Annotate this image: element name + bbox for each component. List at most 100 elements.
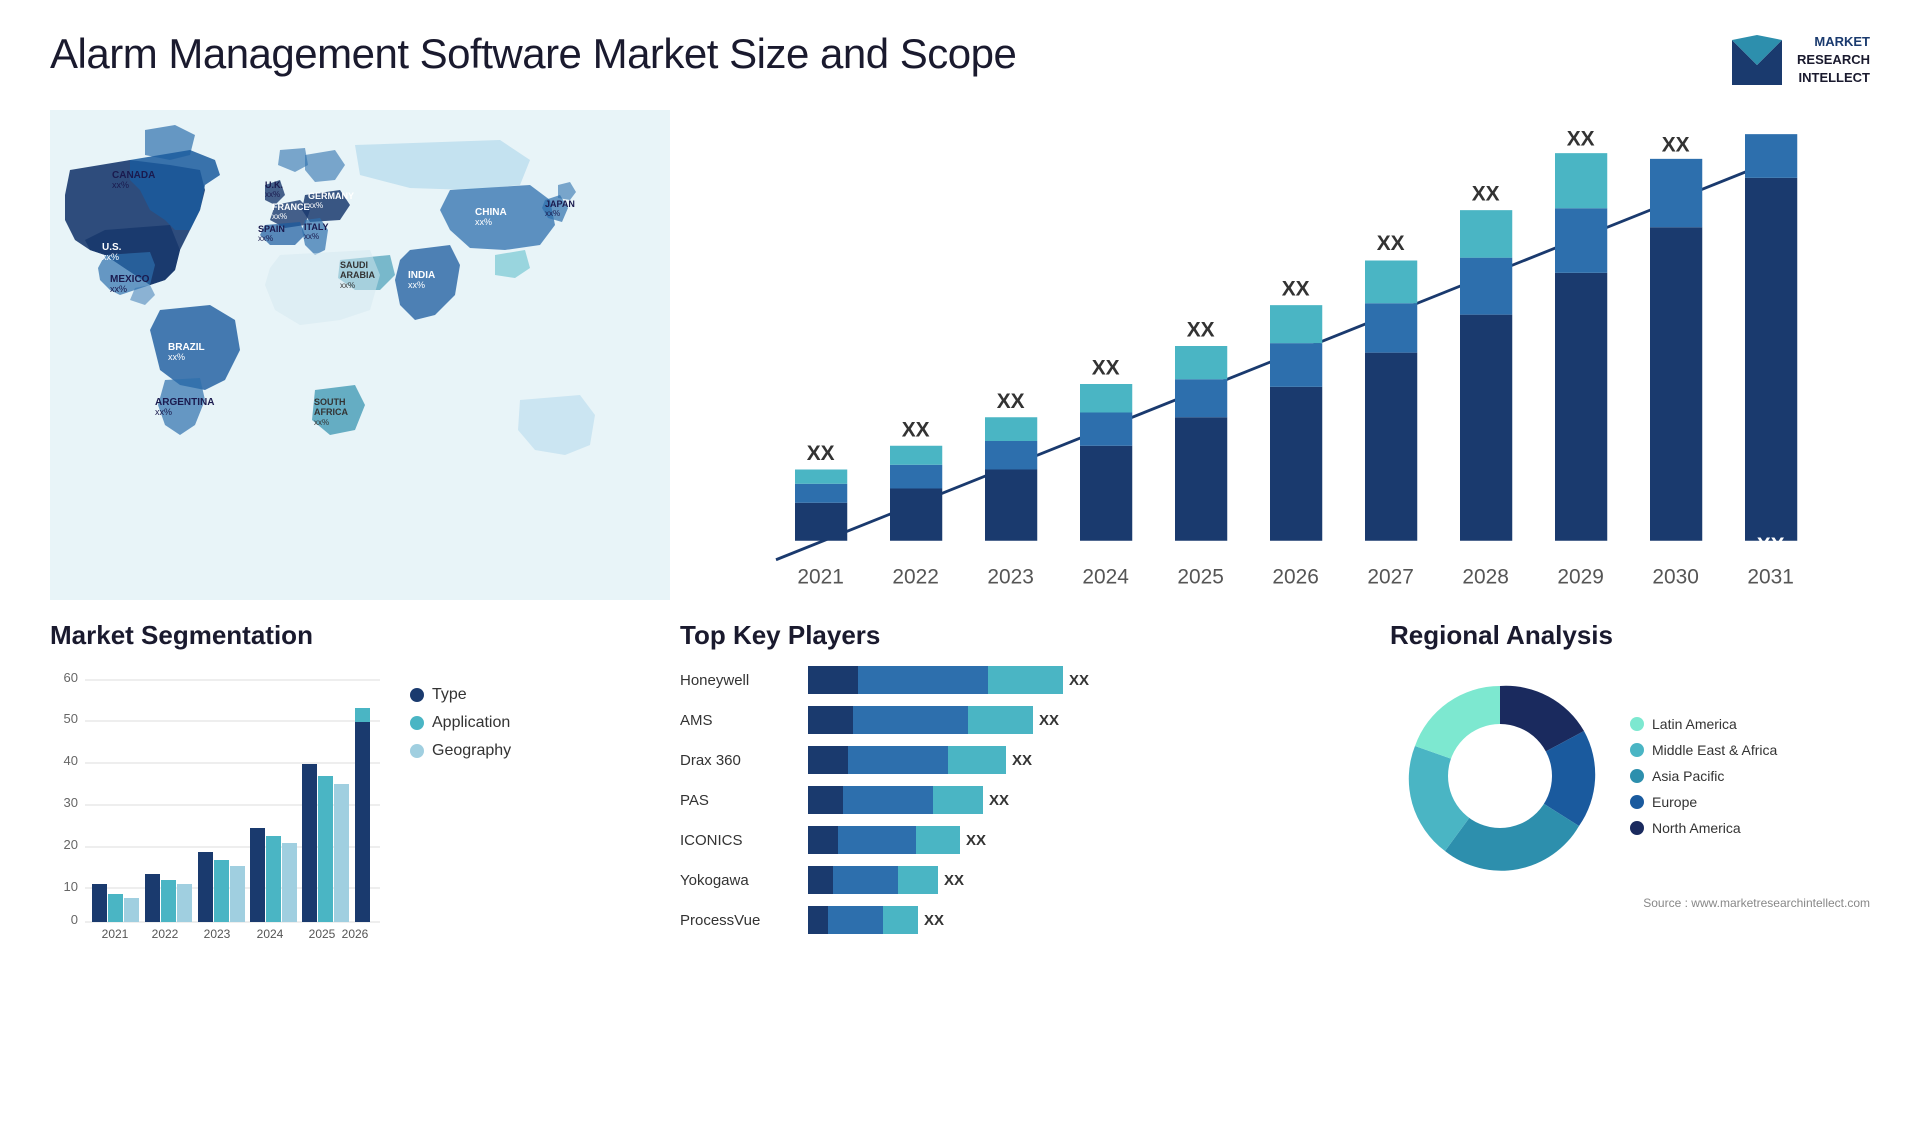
- players-title: Top Key Players: [680, 620, 1350, 651]
- svg-text:60: 60: [64, 670, 78, 685]
- svg-text:30: 30: [64, 795, 78, 810]
- player-row-processvue: ProcessVue XX: [680, 906, 1350, 934]
- svg-text:XX: XX: [1757, 534, 1785, 557]
- player-name-pas: PAS: [680, 792, 800, 809]
- svg-text:xx%: xx%: [272, 212, 287, 221]
- svg-text:20: 20: [64, 837, 78, 852]
- page-container: Alarm Management Software Market Size an…: [0, 0, 1920, 1146]
- world-map: CANADA xx% U.S. xx% MEXICO xx% BRAZIL xx…: [50, 110, 670, 600]
- player-row-pas: PAS XX: [680, 786, 1350, 814]
- svg-text:2022: 2022: [892, 566, 938, 589]
- svg-text:2027: 2027: [1367, 566, 1413, 589]
- svg-text:2026: 2026: [342, 927, 369, 941]
- svg-text:JAPAN: JAPAN: [545, 199, 575, 209]
- svg-text:2021: 2021: [102, 927, 129, 941]
- svg-text:xx%: xx%: [155, 407, 172, 417]
- svg-text:XX: XX: [807, 442, 835, 465]
- players-section: Top Key Players Honeywell XX: [680, 620, 1350, 1106]
- svg-text:2029: 2029: [1557, 566, 1603, 589]
- svg-text:xx%: xx%: [265, 190, 280, 199]
- growth-chart: XX 2021 XX 2022 XX 2023 XX 2024: [700, 120, 1840, 610]
- svg-text:10: 10: [64, 879, 78, 894]
- svg-text:2024: 2024: [1082, 566, 1128, 589]
- regional-legend-asia: Asia Pacific: [1630, 768, 1777, 784]
- player-bar-yokogawa: XX: [808, 866, 1350, 894]
- svg-text:XX: XX: [1092, 357, 1120, 380]
- player-bar-ams: XX: [808, 706, 1350, 734]
- player-name-honeywell: Honeywell: [680, 672, 800, 689]
- svg-text:xx%: xx%: [408, 280, 425, 290]
- player-bar-drax: XX: [808, 746, 1350, 774]
- svg-text:xx%: xx%: [314, 418, 329, 427]
- svg-text:XX: XX: [997, 390, 1025, 413]
- logo-container: MARKET RESEARCH INTELLECT: [1727, 30, 1870, 90]
- player-row-iconics: ICONICS XX: [680, 826, 1350, 854]
- players-list: Honeywell XX AMS: [680, 666, 1350, 934]
- svg-text:xx%: xx%: [475, 217, 492, 227]
- player-bar-processvue: XX: [808, 906, 1350, 934]
- svg-text:xx%: xx%: [308, 201, 323, 210]
- bottom-left: Market Segmentation 60 50 40 30 20 10 0: [50, 610, 670, 1106]
- svg-text:40: 40: [64, 753, 78, 768]
- source-text: Source : www.marketresearchintellect.com: [1390, 896, 1870, 910]
- svg-text:2023: 2023: [987, 566, 1033, 589]
- svg-text:xx%: xx%: [304, 232, 319, 241]
- player-bar-honeywell: XX: [808, 666, 1350, 694]
- segmentation-title: Market Segmentation: [50, 620, 670, 651]
- regional-legend-mea: Middle East & Africa: [1630, 742, 1777, 758]
- svg-text:2025: 2025: [309, 927, 336, 941]
- svg-text:SOUTH: SOUTH: [314, 397, 346, 407]
- donut-chart: [1390, 666, 1610, 886]
- logo-text: MARKET RESEARCH INTELLECT: [1797, 33, 1870, 88]
- legend-dot-geography: [410, 744, 424, 758]
- svg-text:2023: 2023: [204, 927, 231, 941]
- player-name-drax: Drax 360: [680, 752, 800, 769]
- regional-legend: Latin America Middle East & Africa Asia …: [1630, 716, 1777, 836]
- player-name-processvue: ProcessVue: [680, 912, 800, 929]
- page-title: Alarm Management Software Market Size an…: [50, 30, 1016, 78]
- svg-text:xx%: xx%: [112, 180, 129, 190]
- svg-text:50: 50: [64, 711, 78, 726]
- svg-text:xx%: xx%: [102, 252, 119, 262]
- svg-text:2028: 2028: [1462, 566, 1508, 589]
- player-row-drax: Drax 360 XX: [680, 746, 1350, 774]
- svg-text:XX: XX: [1282, 278, 1310, 301]
- svg-text:ITALY: ITALY: [304, 222, 329, 232]
- svg-text:2025: 2025: [1177, 566, 1223, 589]
- svg-text:AFRICA: AFRICA: [314, 407, 348, 417]
- svg-text:2024: 2024: [257, 927, 284, 941]
- svg-text:XX: XX: [1567, 128, 1595, 151]
- segmentation-legend: Type Application Geography: [410, 686, 511, 760]
- regional-legend-latin: Latin America: [1630, 716, 1777, 732]
- svg-text:2026: 2026: [1272, 566, 1318, 589]
- legend-dot-application: [410, 716, 424, 730]
- svg-text:2021: 2021: [797, 566, 843, 589]
- svg-text:U.K.: U.K.: [265, 180, 283, 190]
- regional-legend-north-america: North America: [1630, 820, 1777, 836]
- regional-section: Regional Analysis: [1390, 620, 1870, 1106]
- svg-text:XX: XX: [1662, 133, 1690, 156]
- world-map-section: CANADA xx% U.S. xx% MEXICO xx% BRAZIL xx…: [50, 110, 670, 600]
- svg-text:XX: XX: [1187, 319, 1215, 342]
- legend-dot-type: [410, 688, 424, 702]
- segmentation-bar-chart: 60 50 40 30 20 10 0: [50, 666, 390, 946]
- svg-text:GERMANY: GERMANY: [308, 191, 354, 201]
- player-row-honeywell: Honeywell XX: [680, 666, 1350, 694]
- svg-text:2031: 2031: [1747, 566, 1793, 589]
- regional-legend-europe: Europe: [1630, 794, 1777, 810]
- bottom-right: Top Key Players Honeywell XX: [680, 610, 1870, 1106]
- regional-title: Regional Analysis: [1390, 620, 1870, 651]
- svg-text:xx%: xx%: [258, 234, 273, 243]
- legend-geography: Geography: [410, 742, 511, 760]
- donut-area: Latin America Middle East & Africa Asia …: [1390, 666, 1870, 886]
- svg-text:SAUDI: SAUDI: [340, 260, 368, 270]
- player-row-ams: AMS XX: [680, 706, 1350, 734]
- svg-text:2022: 2022: [152, 927, 179, 941]
- growth-chart-section: XX 2021 XX 2022 XX 2023 XX 2024: [680, 110, 1870, 600]
- player-name-ams: AMS: [680, 712, 800, 729]
- svg-text:XX: XX: [902, 418, 930, 441]
- svg-text:xx%: xx%: [545, 209, 560, 218]
- svg-text:2030: 2030: [1652, 566, 1698, 589]
- header: Alarm Management Software Market Size an…: [50, 30, 1870, 90]
- svg-text:xx%: xx%: [168, 352, 185, 362]
